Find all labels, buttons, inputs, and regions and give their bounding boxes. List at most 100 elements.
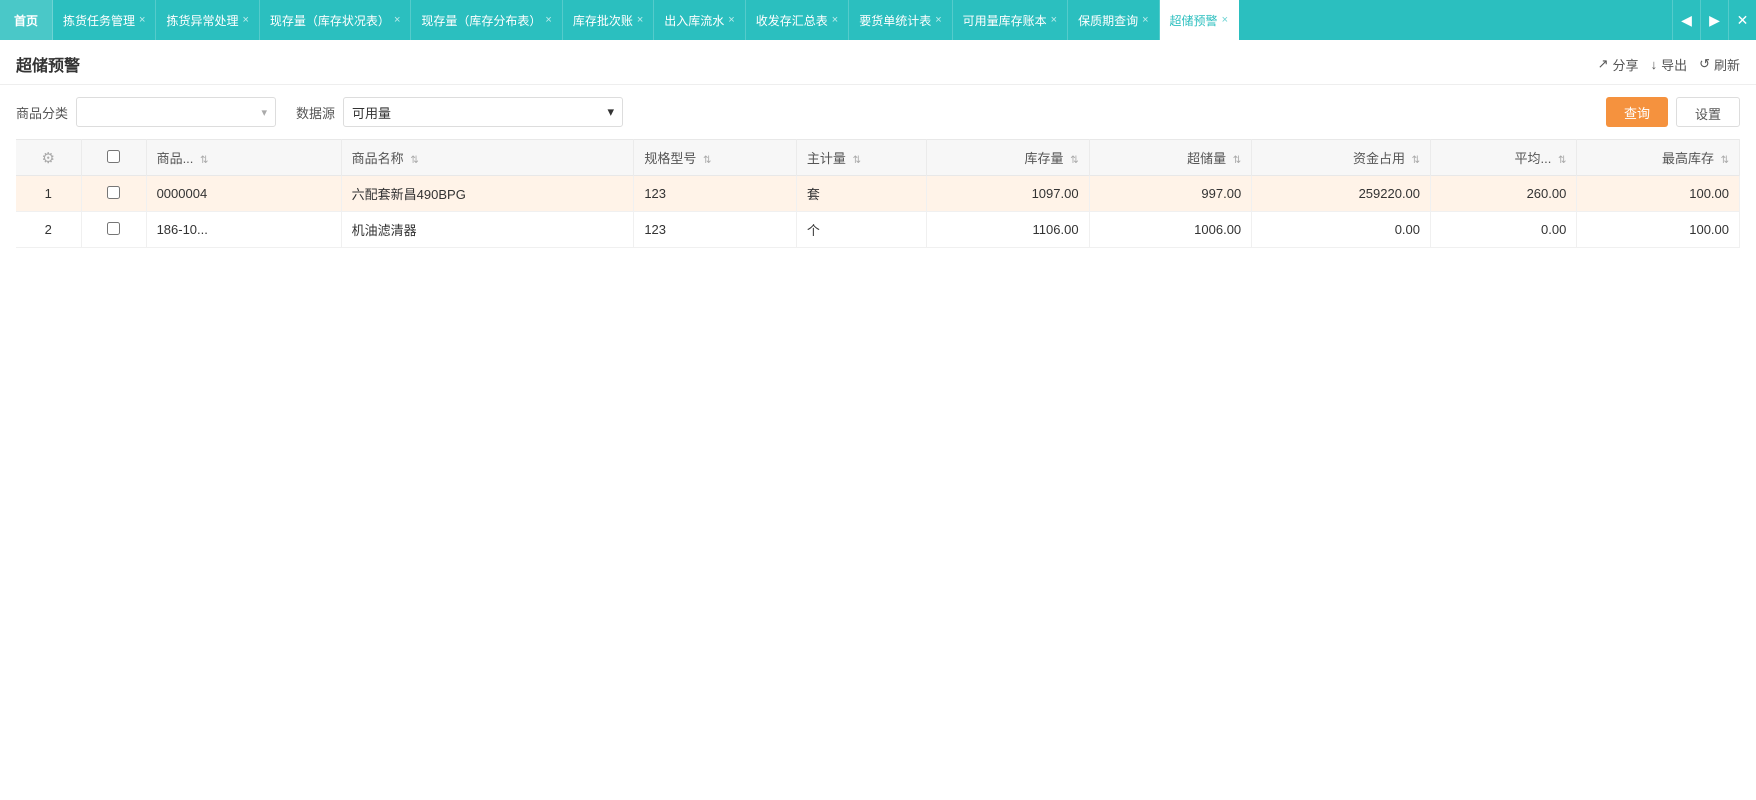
nav-tab-tab-2[interactable]: 拣货异常处理 × bbox=[156, 0, 259, 40]
row-index: 2 bbox=[16, 212, 81, 248]
table-wrapper: ⚙ 商品... ⇅ 商品名称 ⇅ 规格型号 ⇅ bbox=[0, 139, 1756, 248]
export-button[interactable]: ↓ 导出 bbox=[1651, 55, 1688, 74]
sort-overflow-icon: ⇅ bbox=[1233, 155, 1241, 166]
row-capital: 0.00 bbox=[1252, 212, 1431, 248]
nav-tab-tab-4[interactable]: 现存量（库存分布表） × bbox=[411, 0, 562, 40]
close-tab-tab-6[interactable]: × bbox=[728, 14, 734, 26]
nav-arrows: ◀ ▶ ✕ bbox=[1672, 0, 1756, 40]
nav-arrow-close[interactable]: ✕ bbox=[1728, 0, 1756, 40]
th-gear[interactable]: ⚙ bbox=[16, 140, 81, 176]
row-capital: 259220.00 bbox=[1252, 176, 1431, 212]
row-checkbox[interactable] bbox=[107, 186, 120, 199]
filter-area: 商品分类 ▾ 数据源 可用量 ▾ 查询 设置 bbox=[0, 85, 1756, 139]
page-header: 超储预警 ↗ 分享 ↓ 导出 ↺ 刷新 bbox=[0, 40, 1756, 85]
sort-capital-icon: ⇅ bbox=[1412, 155, 1420, 166]
close-tab-tab-10[interactable]: × bbox=[1142, 14, 1148, 26]
row-checkbox-cell[interactable] bbox=[81, 212, 146, 248]
category-chevron-icon: ▾ bbox=[261, 106, 267, 119]
row-spec: 123 bbox=[634, 176, 797, 212]
share-button[interactable]: ↗ 分享 bbox=[1598, 55, 1639, 74]
close-tab-tab-1[interactable]: × bbox=[139, 14, 145, 26]
query-button[interactable]: 查询 bbox=[1606, 97, 1668, 127]
th-name[interactable]: 商品名称 ⇅ bbox=[341, 140, 634, 176]
nav-arrow-right[interactable]: ▶ bbox=[1700, 0, 1728, 40]
th-unit[interactable]: 主计量 ⇅ bbox=[796, 140, 926, 176]
row-code: 0000004 bbox=[146, 176, 341, 212]
sort-unit-icon: ⇅ bbox=[853, 155, 861, 166]
share-icon: ↗ bbox=[1598, 56, 1609, 72]
row-name: 六配套新昌490BPG bbox=[341, 176, 634, 212]
nav-tab-tab-5[interactable]: 库存批次账 × bbox=[563, 0, 654, 40]
row-code: 186-10... bbox=[146, 212, 341, 248]
nav-tab-tab-11[interactable]: 超储预警 × bbox=[1160, 0, 1239, 40]
th-overflow[interactable]: 超储量 ⇅ bbox=[1089, 140, 1252, 176]
close-tab-tab-5[interactable]: × bbox=[637, 14, 643, 26]
close-tab-tab-4[interactable]: × bbox=[545, 14, 551, 26]
row-overflow: 997.00 bbox=[1089, 176, 1252, 212]
th-stock[interactable]: 库存量 ⇅ bbox=[926, 140, 1089, 176]
row-maxstock: 100.00 bbox=[1577, 212, 1740, 248]
close-tab-tab-8[interactable]: × bbox=[935, 14, 941, 26]
sort-spec-icon: ⇅ bbox=[703, 155, 711, 166]
category-select[interactable]: ▾ bbox=[76, 97, 276, 127]
sort-code-icon: ⇅ bbox=[200, 155, 208, 166]
close-tab-tab-3[interactable]: × bbox=[394, 14, 400, 26]
datasource-select[interactable]: 可用量 ▾ bbox=[343, 97, 623, 127]
datasource-chevron-icon: ▾ bbox=[608, 104, 615, 120]
sort-maxstock-icon: ⇅ bbox=[1721, 155, 1729, 166]
category-filter: 商品分类 ▾ bbox=[16, 97, 276, 127]
export-icon: ↓ bbox=[1651, 57, 1658, 72]
datasource-filter: 数据源 可用量 ▾ bbox=[296, 97, 623, 127]
top-nav: 首页 拣货任务管理 ×拣货异常处理 ×现存量（库存状况表） ×现存量（库存分布表… bbox=[0, 0, 1756, 40]
datasource-label: 数据源 bbox=[296, 103, 335, 122]
gear-icon[interactable]: ⚙ bbox=[42, 150, 55, 167]
nav-tab-tab-3[interactable]: 现存量（库存状况表） × bbox=[260, 0, 411, 40]
page-title: 超储预警 bbox=[16, 52, 80, 76]
page-content: 超储预警 ↗ 分享 ↓ 导出 ↺ 刷新 商品分类 ▾ 数据源 bbox=[0, 40, 1756, 800]
table-row: 1 0000004 六配套新昌490BPG 123 套 1097.00 997.… bbox=[16, 176, 1740, 212]
th-capital[interactable]: 资金占用 ⇅ bbox=[1252, 140, 1431, 176]
th-checkbox[interactable] bbox=[81, 140, 146, 176]
row-maxstock: 100.00 bbox=[1577, 176, 1740, 212]
th-maxstock[interactable]: 最高库存 ⇅ bbox=[1577, 140, 1740, 176]
category-label: 商品分类 bbox=[16, 103, 68, 122]
th-code[interactable]: 商品... ⇅ bbox=[146, 140, 341, 176]
row-unit: 套 bbox=[796, 176, 926, 212]
table-row: 2 186-10... 机油滤清器 123 个 1106.00 1006.00 … bbox=[16, 212, 1740, 248]
close-tab-tab-2[interactable]: × bbox=[242, 14, 248, 26]
close-tab-tab-9[interactable]: × bbox=[1051, 14, 1057, 26]
close-tab-tab-7[interactable]: × bbox=[832, 14, 838, 26]
row-spec: 123 bbox=[634, 212, 797, 248]
row-stock: 1097.00 bbox=[926, 176, 1089, 212]
nav-tab-tab-8[interactable]: 要货单统计表 × bbox=[849, 0, 952, 40]
nav-arrow-left[interactable]: ◀ bbox=[1672, 0, 1700, 40]
row-index: 1 bbox=[16, 176, 81, 212]
th-avg[interactable]: 平均... ⇅ bbox=[1431, 140, 1577, 176]
nav-tab-tab-9[interactable]: 可用量库存账本 × bbox=[953, 0, 1068, 40]
row-checkbox-cell[interactable] bbox=[81, 176, 146, 212]
header-actions: ↗ 分享 ↓ 导出 ↺ 刷新 bbox=[1598, 55, 1740, 74]
refresh-button[interactable]: ↺ 刷新 bbox=[1699, 55, 1740, 74]
sort-name-icon: ⇅ bbox=[410, 155, 418, 166]
sort-avg-icon: ⇅ bbox=[1558, 155, 1566, 166]
row-avg: 260.00 bbox=[1431, 176, 1577, 212]
nav-tab-tab-7[interactable]: 收发存汇总表 × bbox=[746, 0, 849, 40]
nav-tab-tab-10[interactable]: 保质期查询 × bbox=[1068, 0, 1159, 40]
row-avg: 0.00 bbox=[1431, 212, 1577, 248]
th-spec[interactable]: 规格型号 ⇅ bbox=[634, 140, 797, 176]
nav-tab-tab-6[interactable]: 出入库流水 × bbox=[654, 0, 745, 40]
row-overflow: 1006.00 bbox=[1089, 212, 1252, 248]
row-checkbox[interactable] bbox=[107, 222, 120, 235]
data-table: ⚙ 商品... ⇅ 商品名称 ⇅ 规格型号 ⇅ bbox=[16, 139, 1740, 248]
refresh-icon: ↺ bbox=[1699, 56, 1710, 72]
datasource-value: 可用量 bbox=[352, 103, 391, 122]
row-unit: 个 bbox=[796, 212, 926, 248]
filter-buttons: 查询 设置 bbox=[1606, 97, 1740, 127]
row-stock: 1106.00 bbox=[926, 212, 1089, 248]
close-tab-tab-11[interactable]: × bbox=[1222, 14, 1228, 26]
sort-stock-icon: ⇅ bbox=[1070, 155, 1078, 166]
settings-button[interactable]: 设置 bbox=[1676, 97, 1740, 127]
nav-home[interactable]: 首页 bbox=[0, 0, 53, 40]
select-all-checkbox[interactable] bbox=[107, 150, 120, 163]
nav-tab-tab-1[interactable]: 拣货任务管理 × bbox=[53, 0, 156, 40]
